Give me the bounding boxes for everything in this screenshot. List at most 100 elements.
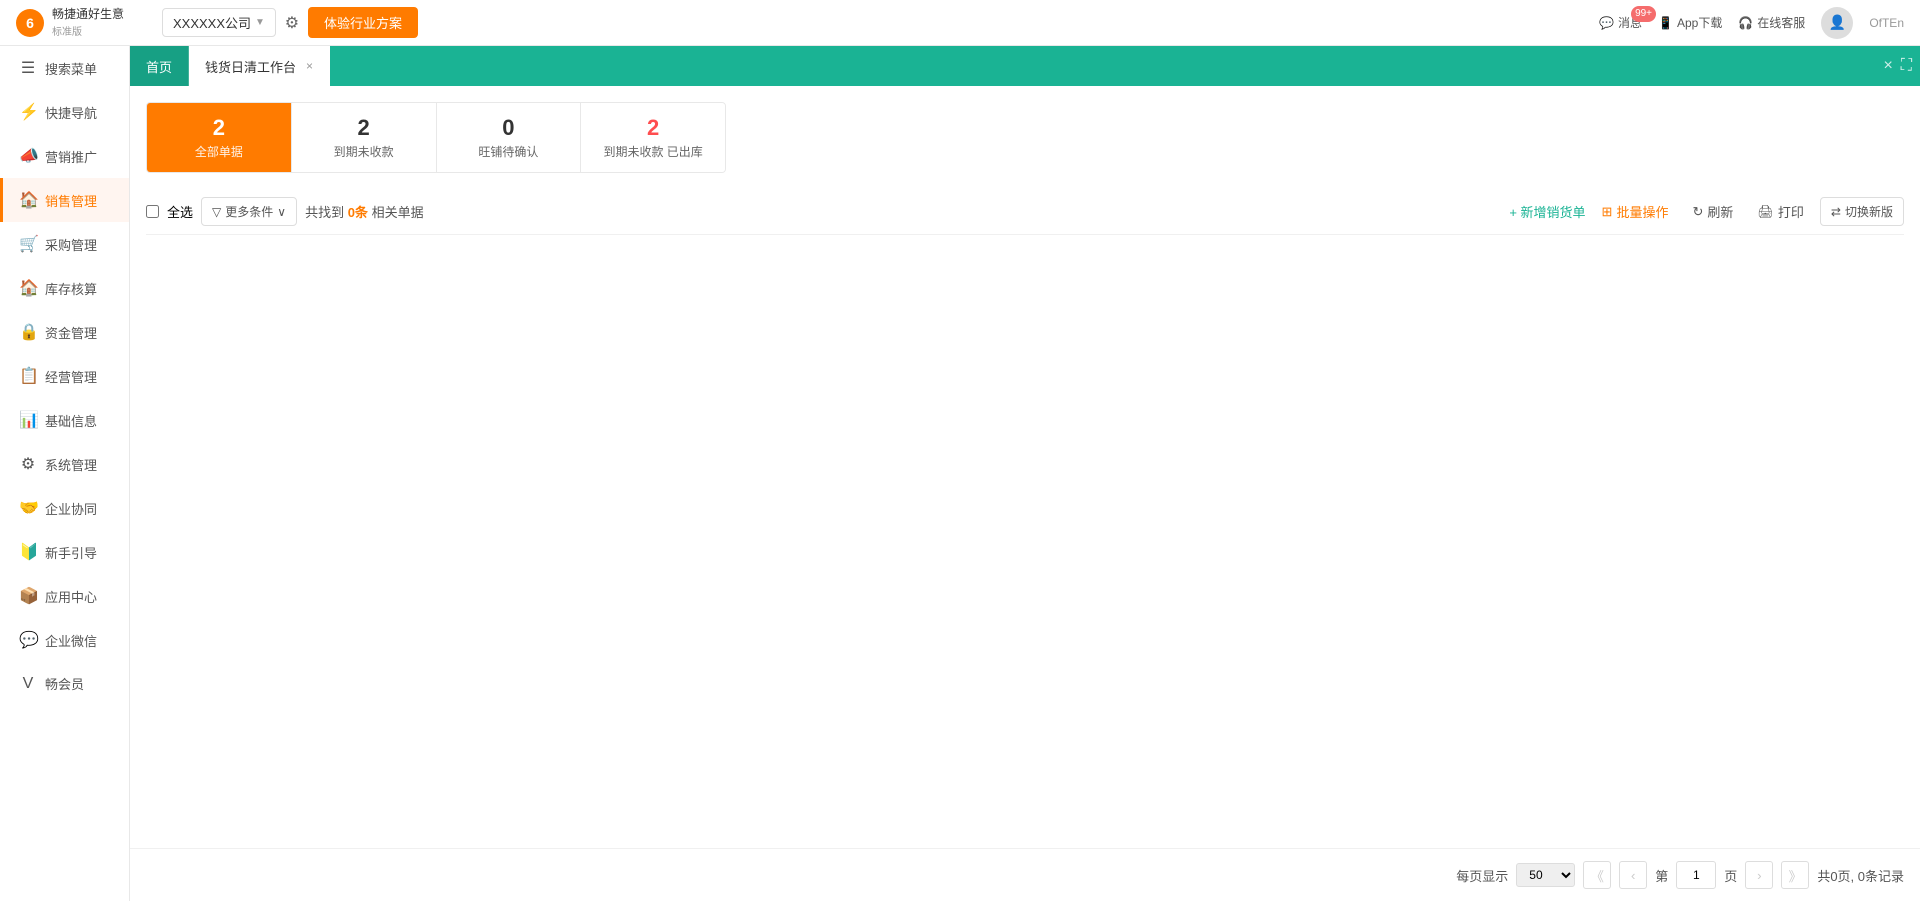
chevron-down-icon: ∨ (277, 205, 286, 219)
purchase-icon: 🛒 (19, 234, 37, 254)
page-label: 第 (1655, 866, 1668, 885)
sidebar-item-label: 资金管理 (45, 323, 97, 342)
tab-home[interactable]: 首页 (130, 46, 189, 86)
app-edition: 标准版 (52, 23, 124, 38)
message-icon: 💬 (1599, 16, 1614, 30)
online-service-btn[interactable]: 🎧 在线客服 (1738, 14, 1805, 31)
sales-icon: 🏠 (19, 190, 37, 210)
sidebar-item-cooperation[interactable]: 🤝 企业协同 (0, 486, 129, 530)
avatar-icon: 👤 (1829, 14, 1846, 31)
settings-button[interactable]: ⚙ (276, 7, 308, 39)
tab-close-window-button[interactable]: × (1883, 57, 1892, 75)
sidebar-item-inventory[interactable]: 🏠 库存核算 (0, 266, 129, 310)
sidebar-item-label: 搜索菜单 (45, 59, 97, 78)
refresh-button[interactable]: ↻ 刷新 (1684, 197, 1741, 226)
sidebar-item-label: 应用中心 (45, 587, 97, 606)
sidebar-item-label: 采购管理 (45, 235, 97, 254)
total-text: 共0页, 0条记录 (1817, 866, 1904, 885)
sidebar-item-label: 系统管理 (45, 455, 97, 474)
batch-icon: ⊞ (1602, 204, 1613, 220)
filter-label: 更多条件 (225, 203, 273, 220)
sidebar-item-sales[interactable]: 🏠 销售管理 (0, 178, 129, 222)
batch-op-button[interactable]: ⊞ 批量操作 (1594, 197, 1677, 226)
status-tab-wangpu[interactable]: 0 旺铺待确认 (437, 103, 582, 172)
download-icon: 📱 (1658, 16, 1673, 30)
top-right-area: 💬 消息 99+ 📱 App下载 🎧 在线客服 👤 OfTEn (1599, 7, 1904, 39)
try-industry-button[interactable]: 体验行业方案 (308, 7, 418, 38)
sidebar-item-label: 企业协同 (45, 499, 97, 518)
found-count: 0条 (348, 205, 368, 220)
logo-text-block: 畅捷通好生意 标准版 (52, 7, 124, 38)
main-content: 2 全部单据 2 到期未收款 0 旺铺待确认 2 到期未收款 已出库 全选 (130, 86, 1920, 901)
sidebar-item-label: 快捷导航 (45, 103, 97, 122)
sidebar-item-basic[interactable]: 📊 基础信息 (0, 398, 129, 442)
status-tab-overdue-label: 到期未收款 (300, 143, 428, 160)
content-area: 2 全部单据 2 到期未收款 0 旺铺待确认 2 到期未收款 已出库 全选 (130, 86, 1920, 901)
tab-close-icon[interactable]: × (306, 59, 313, 73)
next-page-button[interactable]: › (1745, 861, 1773, 889)
status-tabs: 2 全部单据 2 到期未收款 0 旺铺待确认 2 到期未收款 已出库 (146, 102, 726, 173)
sidebar-item-quick-nav[interactable]: ⚡ 快捷导航 (0, 90, 129, 134)
sidebar-item-operation[interactable]: 📋 经营管理 (0, 354, 129, 398)
page-number-input[interactable] (1676, 861, 1716, 889)
app-download-btn[interactable]: 📱 App下载 (1658, 14, 1722, 31)
status-tab-wangpu-count: 0 (445, 115, 573, 141)
select-all-checkbox[interactable] (146, 205, 159, 218)
online-service-label: 在线客服 (1757, 14, 1805, 31)
status-tab-all-label: 全部单据 (155, 143, 283, 160)
per-page-select[interactable]: 50 100 200 (1516, 863, 1575, 887)
select-all-label: 全选 (167, 202, 193, 221)
tab-maximize-button[interactable]: ⛶ (1901, 57, 1912, 75)
sidebar-item-enterprise-wx[interactable]: 💬 企业微信 (0, 618, 129, 662)
chevron-down-icon: ▼ (255, 17, 265, 28)
status-tab-overdue-count: 2 (300, 115, 428, 141)
system-icon: ⚙ (19, 454, 37, 474)
refresh-icon: ↻ (1692, 204, 1703, 220)
sidebar-item-label: 畅会员 (45, 674, 84, 693)
user-name-area[interactable]: OfTEn (1869, 16, 1904, 30)
sidebar-item-marketing[interactable]: 📣 营销推广 (0, 134, 129, 178)
status-tab-all[interactable]: 2 全部单据 (147, 103, 292, 172)
basic-icon: 📊 (19, 410, 37, 430)
new-sale-button[interactable]: + 新增销货单 (1509, 202, 1585, 221)
guide-icon: 🔰 (19, 542, 37, 562)
page-suffix: 页 (1724, 866, 1737, 885)
print-button[interactable]: 🖨 打印 (1749, 197, 1812, 226)
status-tab-all-count: 2 (155, 115, 283, 141)
switch-new-button[interactable]: ⇄ 切换新版 (1820, 197, 1904, 226)
toolbar-left: 全选 ▽ 更多条件 ∨ 共找到 0条 相关单据 (146, 197, 1501, 226)
app-download-label: App下载 (1677, 14, 1722, 31)
app-center-icon: 📦 (19, 586, 37, 606)
sidebar-item-finance[interactable]: 🔒 资金管理 (0, 310, 129, 354)
tab-workbench[interactable]: 钱货日清工作台 × (189, 46, 330, 86)
gear-icon: ⚙ (285, 13, 299, 33)
sidebar-item-label: 经营管理 (45, 367, 97, 386)
last-page-button[interactable]: 》 (1781, 861, 1809, 889)
sidebar-item-app-center[interactable]: 📦 应用中心 (0, 574, 129, 618)
company-selector[interactable]: XXXXXX公司 ▼ (162, 8, 276, 37)
cooperation-icon: 🤝 (19, 498, 37, 518)
status-tab-unship-label: 到期未收款 已出库 (589, 143, 717, 160)
toolbar: 全选 ▽ 更多条件 ∨ 共找到 0条 相关单据 + 新增销货单 ⊞ 批量操作 (146, 189, 1904, 235)
status-tab-overdue-unpaid[interactable]: 2 到期未收款 (292, 103, 437, 172)
tab-bar-actions: × ⛶ (1883, 46, 1920, 86)
sidebar-item-search[interactable]: ☰ 搜索菜单 (0, 46, 129, 90)
status-tab-overdue-unship[interactable]: 2 到期未收款 已出库 (581, 103, 725, 172)
sidebar-item-member[interactable]: V 畅会员 (0, 662, 129, 705)
member-icon: V (19, 675, 37, 693)
sidebar-item-label: 库存核算 (45, 279, 97, 298)
filter-button[interactable]: ▽ 更多条件 ∨ (201, 197, 297, 226)
sidebar-item-label: 销售管理 (45, 191, 97, 210)
sidebar-item-label: 基础信息 (45, 411, 97, 430)
sidebar-item-guide[interactable]: 🔰 新手引导 (0, 530, 129, 574)
avatar[interactable]: 👤 (1821, 7, 1853, 39)
sidebar-item-system[interactable]: ⚙ 系统管理 (0, 442, 129, 486)
prev-page-button[interactable]: ‹ (1619, 861, 1647, 889)
message-btn[interactable]: 💬 消息 99+ (1599, 14, 1642, 31)
first-page-button[interactable]: 《 (1583, 861, 1611, 889)
switch-icon: ⇄ (1831, 205, 1841, 219)
tab-home-label: 首页 (146, 57, 172, 76)
sidebar-item-purchase[interactable]: 🛒 采购管理 (0, 222, 129, 266)
app-name: 畅捷通好生意 (52, 7, 124, 23)
enterprise-wx-icon: 💬 (19, 630, 37, 650)
